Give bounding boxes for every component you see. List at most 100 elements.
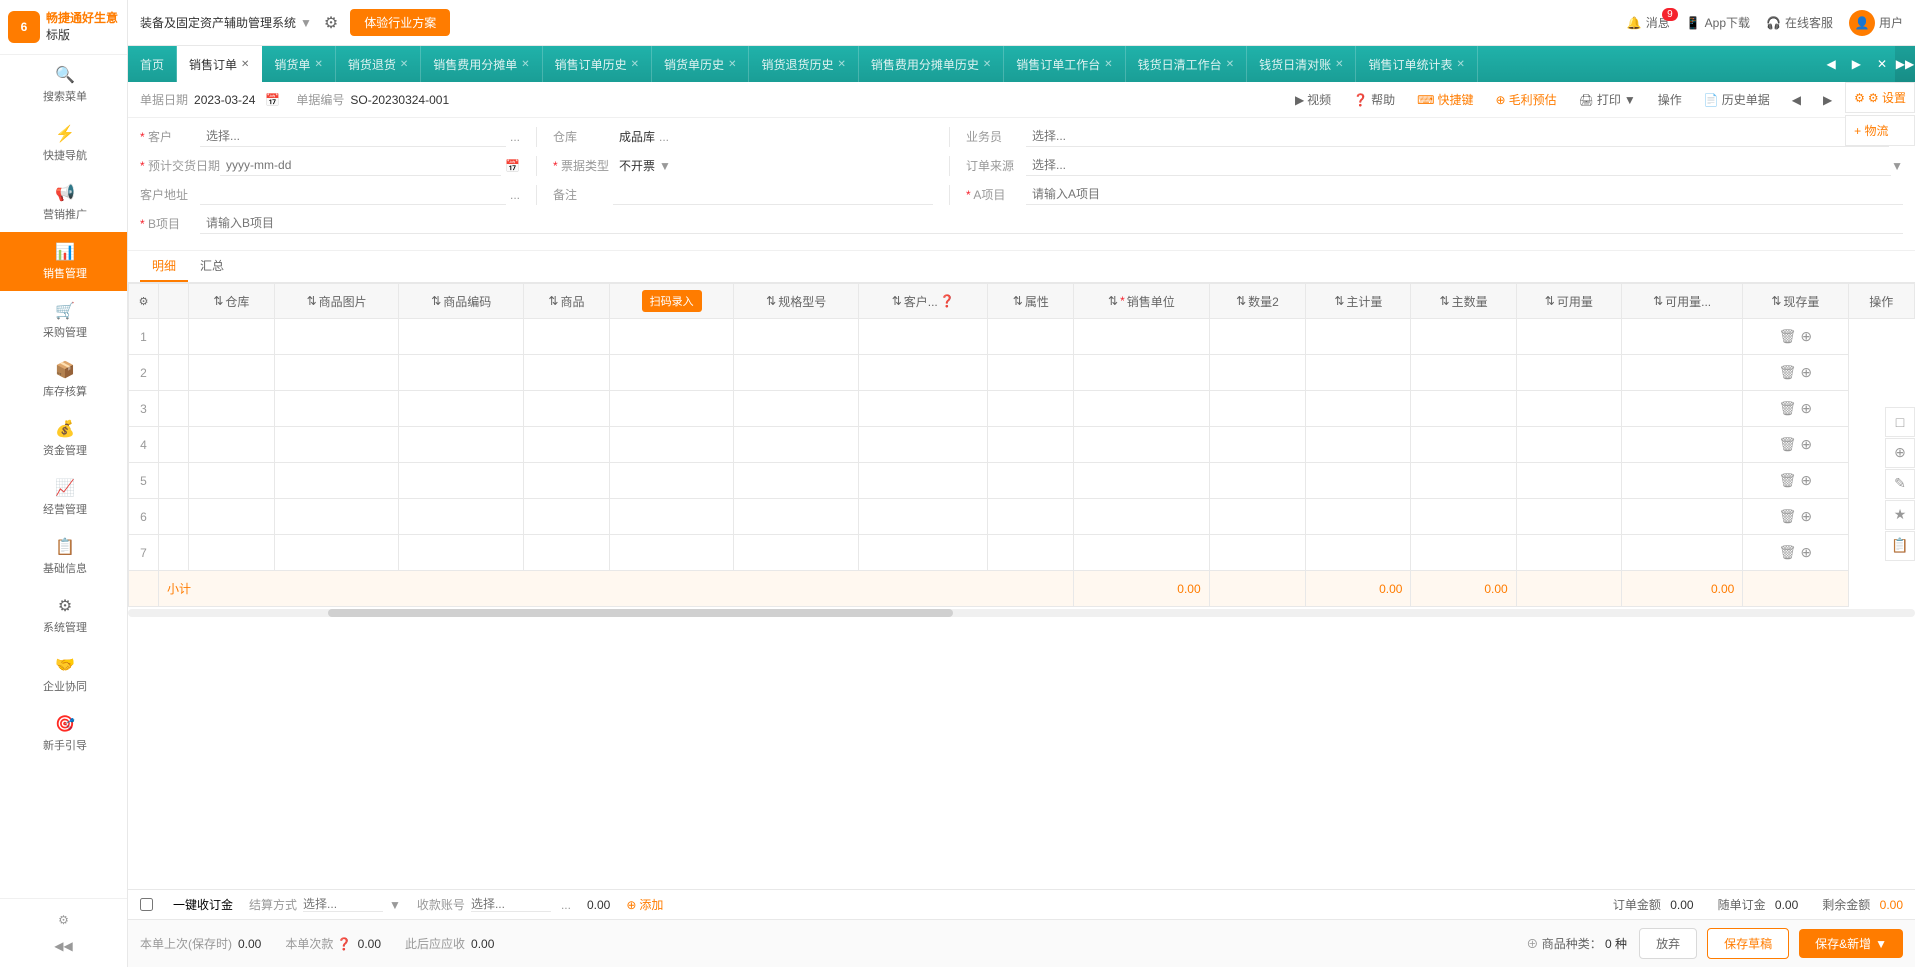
cell-5-14[interactable]: [1621, 463, 1742, 499]
cell-5-1[interactable]: [189, 463, 275, 499]
copy-row-1[interactable]: ⊕: [1800, 328, 1812, 345]
save-new-button[interactable]: 保存&新增 ▼: [1799, 929, 1903, 958]
tab-close-sales-order[interactable]: ✕: [241, 59, 249, 70]
cell-6-14[interactable]: [1621, 499, 1742, 535]
copy-row-3[interactable]: ⊕: [1800, 400, 1812, 417]
note-input[interactable]: [613, 184, 933, 205]
app-download-button[interactable]: 📱 App下载: [1686, 14, 1750, 31]
cell-7-4[interactable]: [524, 535, 610, 571]
scrollbar-thumb[interactable]: [328, 609, 953, 617]
cell-1-3[interactable]: [274, 319, 399, 355]
cell-2-11[interactable]: [1306, 355, 1411, 391]
cell-4-13[interactable]: [1516, 427, 1621, 463]
tab-return-history[interactable]: 销货退货历史 ✕: [749, 46, 858, 82]
cell-3-3[interactable]: [399, 391, 524, 427]
sidebar-item-sales[interactable]: 📊 销售管理: [0, 232, 127, 291]
cell-7-12[interactable]: [1411, 535, 1516, 571]
cell-7-9[interactable]: [1074, 535, 1209, 571]
right-panel-btn-4[interactable]: ★: [1885, 500, 1915, 530]
cell-2-4[interactable]: [524, 355, 610, 391]
address-ellipsis[interactable]: ...: [510, 188, 520, 202]
tab-cash-reconcile[interactable]: 钱货日清对账 ✕: [1247, 46, 1356, 82]
cell-1-10[interactable]: [1074, 319, 1209, 355]
order-source-dropdown[interactable]: ▼: [1891, 159, 1903, 173]
tab-close-sales-fee[interactable]: ✕: [521, 59, 529, 70]
cell-4-4[interactable]: [524, 427, 610, 463]
payment-dropdown-icon[interactable]: ▼: [389, 898, 401, 912]
warehouse-ellipsis[interactable]: ...: [659, 130, 669, 144]
cell-7-10[interactable]: [1209, 535, 1306, 571]
tab-more-button[interactable]: ✕: [1869, 46, 1895, 82]
cell-3-14[interactable]: [1621, 391, 1742, 427]
prev-record-button[interactable]: ◀: [1786, 90, 1807, 110]
tab-prev-button[interactable]: ◀: [1818, 46, 1843, 82]
cell-7-2[interactable]: [274, 535, 399, 571]
tab-next-button[interactable]: ▶: [1844, 46, 1869, 82]
th-scan[interactable]: 扫码录入: [609, 284, 734, 319]
order-source-input[interactable]: [1026, 155, 1891, 176]
cell-6-12[interactable]: [1411, 499, 1516, 535]
tab-fee-history[interactable]: 销售费用分摊单历史 ✕: [859, 46, 1004, 82]
receipt-account-input[interactable]: [471, 897, 551, 912]
cell-5-8[interactable]: [988, 463, 1074, 499]
cell-2-9[interactable]: [1074, 355, 1209, 391]
history-button[interactable]: 📄 历史单据: [1698, 88, 1776, 111]
delete-row-4[interactable]: 🗑: [1779, 436, 1797, 453]
receipt-ellipsis[interactable]: ...: [561, 898, 571, 912]
print-button[interactable]: 🖨 打印 ▼: [1573, 88, 1642, 111]
tab-close-cash-reconcile[interactable]: ✕: [1335, 59, 1343, 70]
th-spec[interactable]: ⇅ 规格型号: [734, 284, 859, 319]
cell-5-10[interactable]: [1209, 463, 1306, 499]
one-click-order-checkbox[interactable]: [140, 898, 153, 911]
cell-3-6[interactable]: [734, 391, 859, 427]
cell-6-2[interactable]: [274, 499, 399, 535]
delete-row-5[interactable]: 🗑: [1779, 472, 1797, 489]
cell-3-12[interactable]: [1411, 391, 1516, 427]
customer-ellipsis[interactable]: ...: [510, 130, 520, 144]
cell-4-12[interactable]: [1411, 427, 1516, 463]
tab-home[interactable]: 首页: [128, 46, 177, 82]
cell-1-8[interactable]: [859, 319, 988, 355]
cell-6-13[interactable]: [1516, 499, 1621, 535]
cell-2-6[interactable]: [734, 355, 859, 391]
tab-sales-goods-history[interactable]: 销货单历史 ✕: [652, 46, 749, 82]
cell-7-6[interactable]: [734, 535, 859, 571]
cell-7-14[interactable]: [1621, 535, 1742, 571]
tab-sales-fee[interactable]: 销售费用分摊单 ✕: [421, 46, 542, 82]
delete-row-3[interactable]: 🗑: [1779, 400, 1797, 417]
cell-4-9[interactable]: [1074, 427, 1209, 463]
cell-3-11[interactable]: [1306, 391, 1411, 427]
th-unit[interactable]: ⇅ * 销售单位: [1074, 284, 1209, 319]
cell-1-2[interactable]: [189, 319, 275, 355]
invoice-dropdown-icon[interactable]: ▼: [659, 159, 671, 173]
cell-4-8[interactable]: [988, 427, 1074, 463]
shortcut-button[interactable]: ⌨ 快捷键: [1411, 88, 1479, 111]
th-code[interactable]: ⇅ 商品编码: [399, 284, 524, 319]
cell-6-6[interactable]: [734, 499, 859, 535]
delete-row-6[interactable]: 🗑: [1779, 508, 1797, 525]
calendar-icon2[interactable]: 📅: [505, 159, 520, 173]
payment-method-input[interactable]: [303, 897, 383, 912]
tab-sales-stats[interactable]: 销售订单统计表 ✕: [1356, 46, 1477, 82]
cell-6-3[interactable]: [399, 499, 524, 535]
settings-gear-icon[interactable]: ⚙: [324, 13, 338, 33]
profit-button[interactable]: ⊕ 毛利预估: [1490, 88, 1563, 111]
online-service-button[interactable]: 🎧 在线客服: [1766, 14, 1833, 31]
cell-2-8[interactable]: [988, 355, 1074, 391]
tab-detail[interactable]: 明细: [140, 251, 188, 282]
save-draft-button[interactable]: 保存草稿: [1707, 928, 1789, 959]
cell-4-11[interactable]: [1306, 427, 1411, 463]
a-project-input[interactable]: [1026, 184, 1903, 205]
delete-row-2[interactable]: 🗑: [1779, 364, 1797, 381]
tab-close-sales-order-history[interactable]: ✕: [631, 59, 639, 70]
th-goods[interactable]: ⇅ 商品: [524, 284, 610, 319]
customer-input[interactable]: [200, 126, 506, 147]
sidebar-item-search[interactable]: 🔍 搜索菜单: [0, 55, 127, 114]
cell-1-12[interactable]: [1306, 319, 1411, 355]
copy-row-2[interactable]: ⊕: [1800, 364, 1812, 381]
sidebar-item-finance[interactable]: 💰 资金管理: [0, 409, 127, 468]
copy-row-6[interactable]: ⊕: [1800, 508, 1812, 525]
sidebar-item-nav[interactable]: ⚡ 快捷导航: [0, 114, 127, 173]
cell-6-9[interactable]: [1074, 499, 1209, 535]
cell-1-13[interactable]: [1411, 319, 1516, 355]
